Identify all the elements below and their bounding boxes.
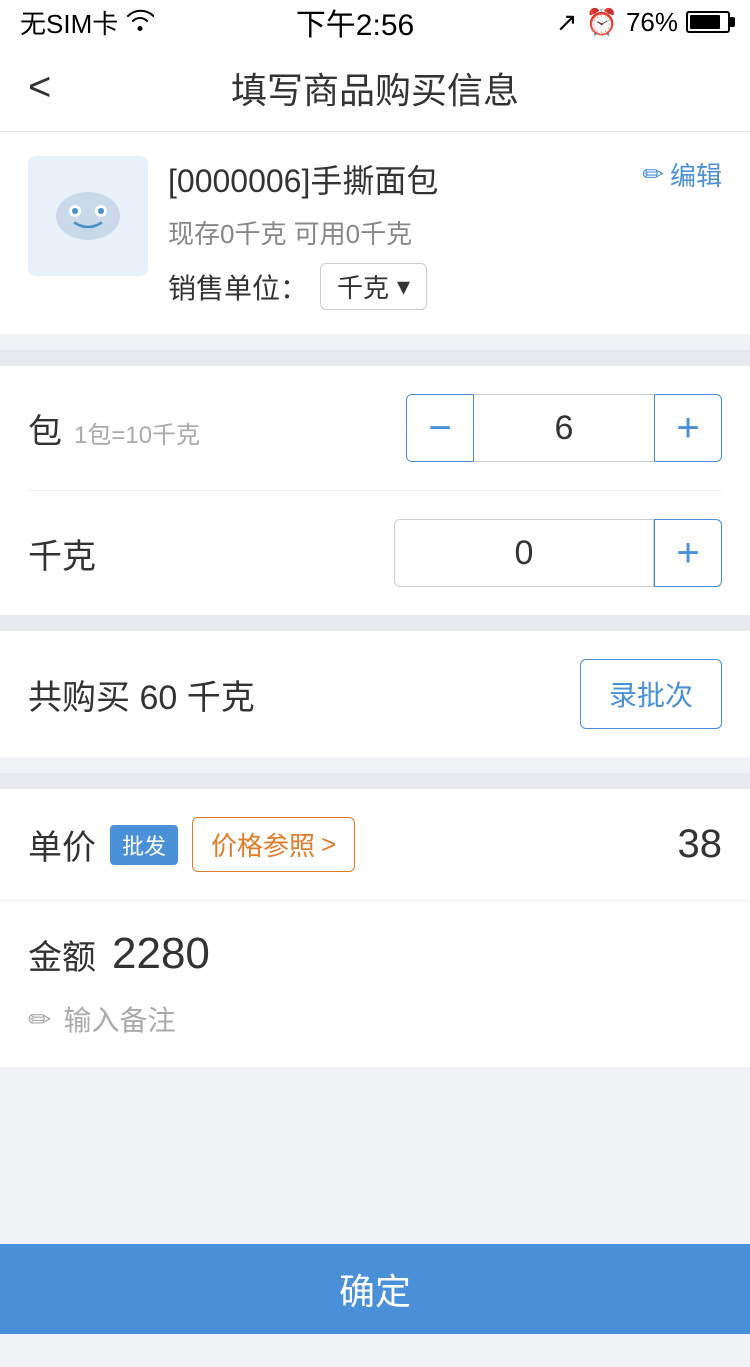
remark-icon: ✏ [28,1003,51,1036]
edit-icon: ✏ [642,159,664,190]
bao-label: 包 1包=10千克 [28,404,200,453]
input-section: 包 1包=10千克 − + 千克 + [0,366,750,615]
status-time: 下午2:56 [296,0,414,44]
price-value: 38 [678,822,723,867]
product-stock: 现存0千克 可用0千克 [168,214,722,251]
bao-input[interactable] [474,394,654,462]
amount-section: 金额 2280 ✏ 输入备注 [0,901,750,1067]
wifi-icon [126,7,154,38]
location-icon: ↗ [556,7,578,38]
carrier-label: 无SIM卡 [20,4,118,41]
price-ref-arrow-icon: > [321,829,336,860]
bao-minus-button[interactable]: − [406,394,474,462]
battery-icon [686,11,730,33]
amount-value: 2280 [112,929,210,979]
remark-input[interactable]: 输入备注 [63,999,175,1039]
bao-hint: 1包=10千克 [74,415,200,450]
price-left: 单价 批发 价格参照 > [28,817,355,872]
edit-button[interactable]: ✏ 编辑 [642,156,722,193]
alarm-icon: ⏰ [586,7,618,38]
status-right: ↗ ⏰ 76% [556,7,730,38]
product-unit-row: 销售单位： 千克 ▾ [168,263,722,310]
product-info: [0000006]手撕面包 现存0千克 可用0千克 销售单位： 千克 ▾ [168,156,722,310]
battery-percent: 76% [626,7,678,38]
price-tag: 批发 [110,825,178,865]
kg-input-row: 千克 + [28,491,722,615]
kg-label: 千克 [28,529,96,578]
kg-label-text: 千克 [28,529,96,578]
unit-value: 千克 [337,268,389,305]
amount-row: 金额 2280 [28,929,722,979]
edit-label: 编辑 [670,156,722,193]
price-ref-label: 价格参照 [211,826,315,863]
total-section: 共购买 60 千克 录批次 [0,631,750,757]
price-section: 单价 批发 价格参照 > 38 [0,789,750,901]
product-card: [0000006]手撕面包 现存0千克 可用0千克 销售单位： 千克 ▾ ✏ 编… [0,132,750,334]
price-label: 单价 [28,820,96,869]
price-ref-button[interactable]: 价格参照 > [192,817,355,872]
section-divider-1 [0,350,750,366]
section-divider-3 [0,773,750,789]
kg-input[interactable] [394,519,654,587]
amount-label: 金额 [28,930,96,979]
bao-input-row: 包 1包=10千克 − + [28,366,722,491]
unit-selector[interactable]: 千克 ▾ [320,263,427,310]
bao-controls: − + [406,394,722,462]
section-divider-2 [0,615,750,631]
status-left: 无SIM卡 [20,4,154,41]
product-image [28,156,148,276]
unit-label: 销售单位： [168,267,308,307]
back-button[interactable]: < [28,65,51,110]
nav-bar: < 填写商品购买信息 [0,44,750,132]
kg-controls: + [394,519,722,587]
status-bar: 无SIM卡 下午2:56 ↗ ⏰ 76% [0,0,750,44]
total-text: 共购买 60 千克 [28,670,255,719]
kg-plus-button[interactable]: + [654,519,722,587]
product-name: [0000006]手撕面包 [168,156,722,202]
unit-dropdown-icon: ▾ [397,271,410,302]
bao-plus-button[interactable]: + [654,394,722,462]
remark-row[interactable]: ✏ 输入备注 [28,999,722,1039]
confirm-button[interactable]: 确定 [0,1244,750,1334]
page-title: 填写商品购买信息 [231,62,519,114]
batch-button[interactable]: 录批次 [580,659,722,729]
bao-label-text: 包 [28,404,62,453]
